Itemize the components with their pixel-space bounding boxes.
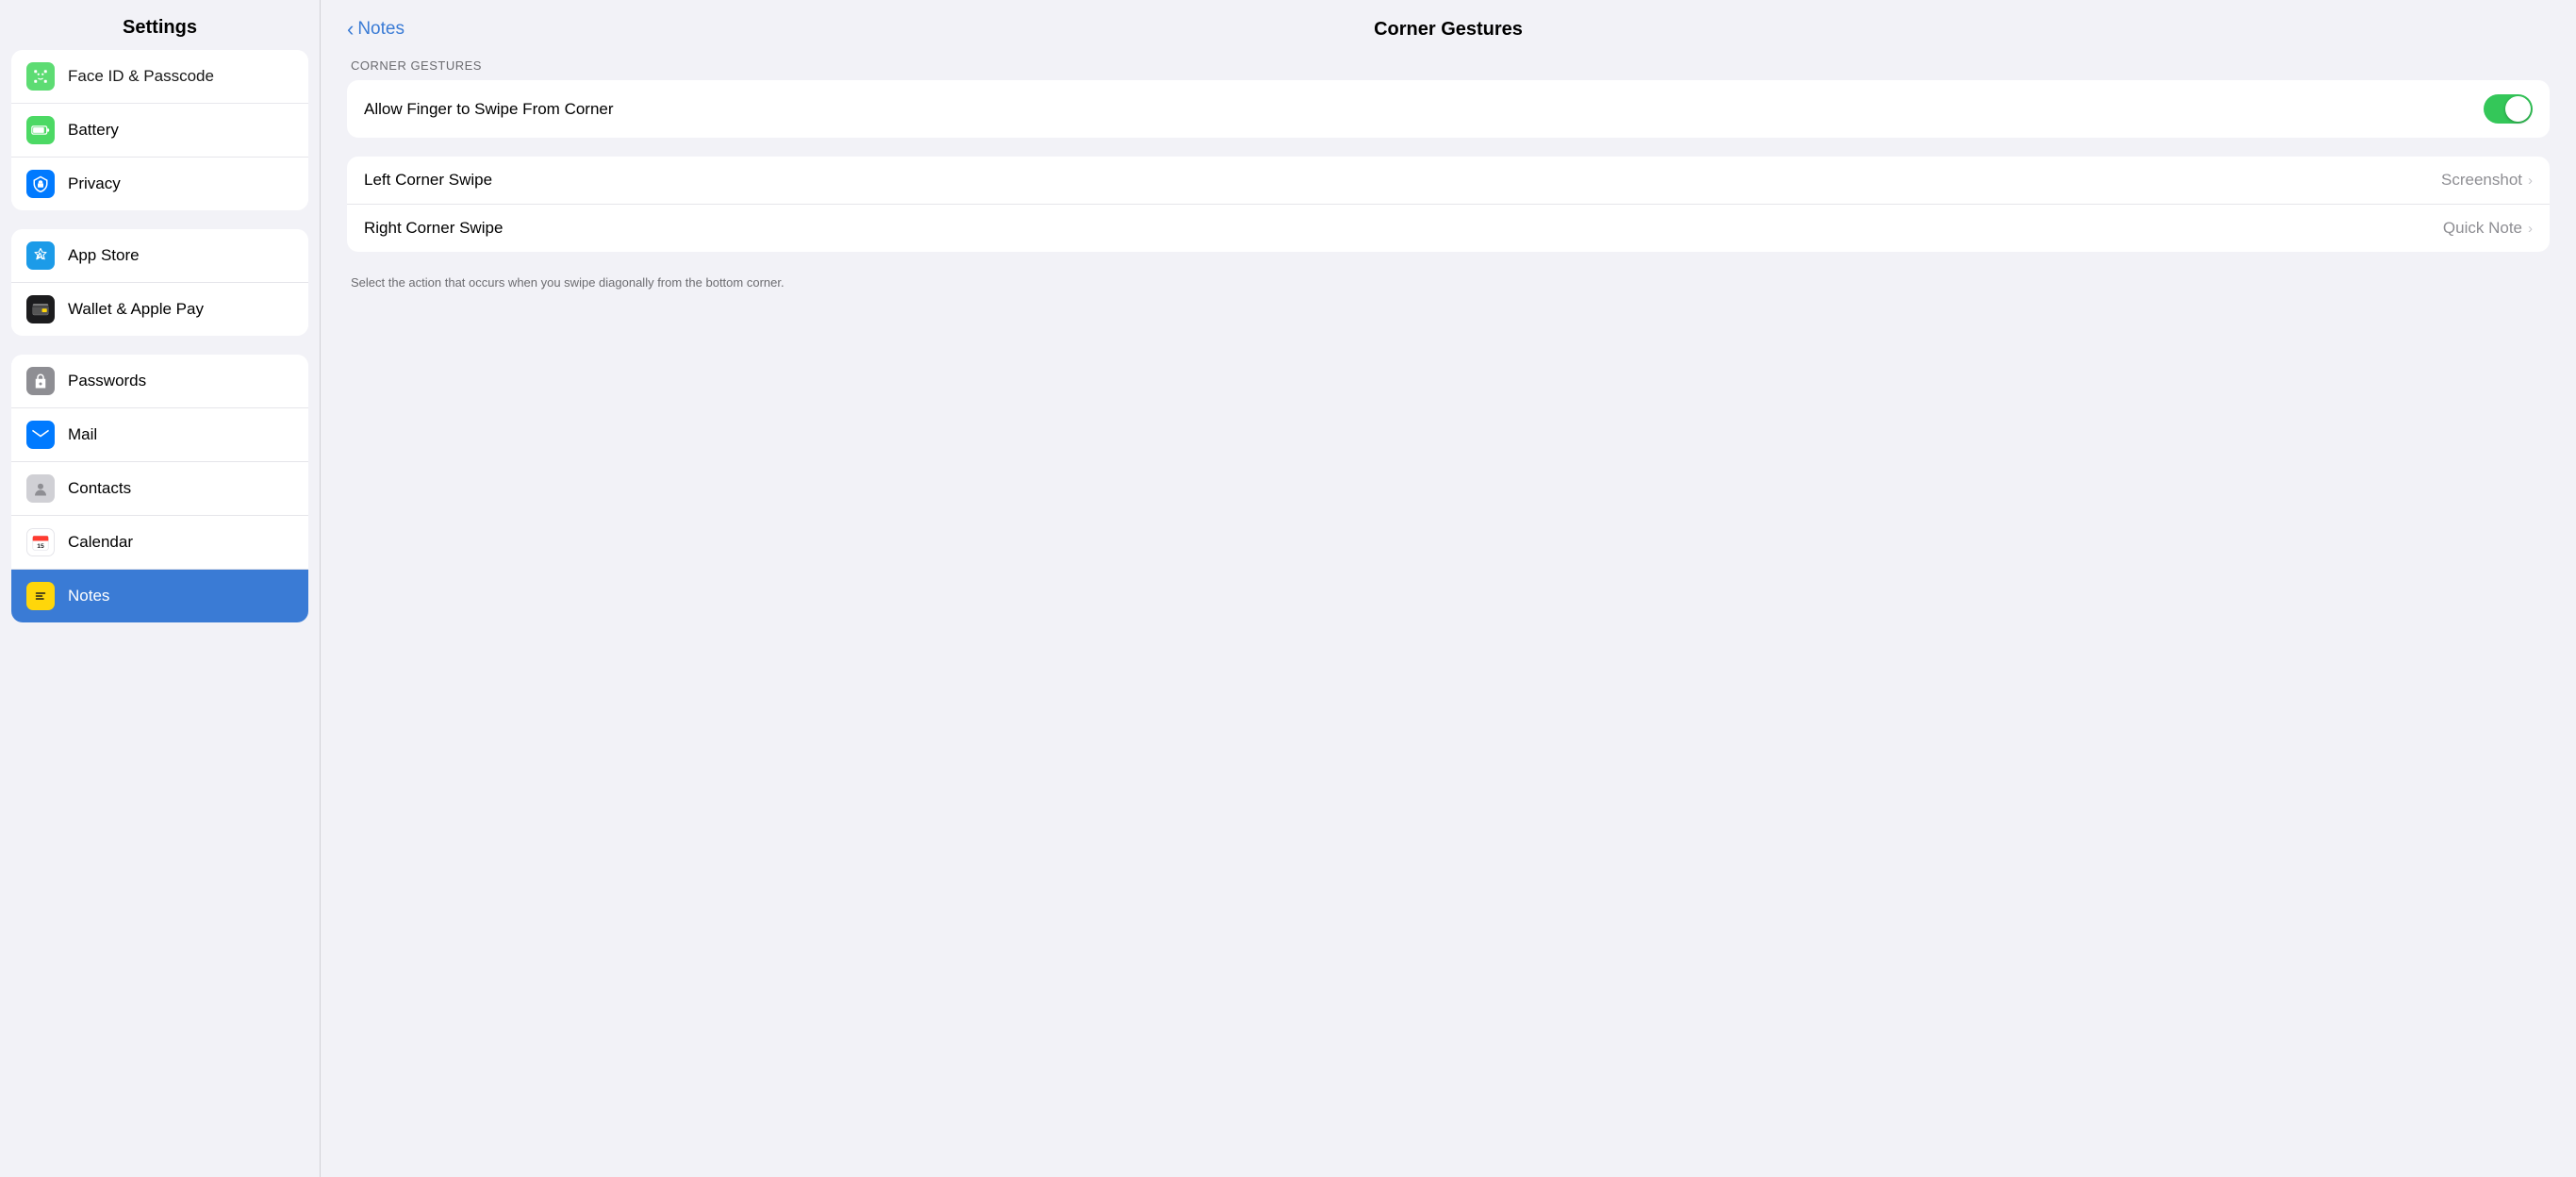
sidebar-group-apps2: Passwords Mail Contacts — [11, 355, 308, 622]
sidebar-item-label: Wallet & Apple Pay — [68, 300, 204, 319]
sidebar-item-mail[interactable]: Mail — [11, 408, 308, 462]
left-corner-swipe-row[interactable]: Left Corner Swipe Screenshot › — [347, 157, 2550, 205]
back-label: Notes — [357, 19, 405, 40]
sidebar-item-label: Mail — [68, 425, 97, 444]
sidebar-item-notes[interactable]: Notes — [11, 570, 308, 622]
left-corner-swipe-value-text: Screenshot — [2441, 171, 2522, 190]
battery-icon — [26, 116, 55, 144]
swipe-options-card: Left Corner Swipe Screenshot › Right Cor… — [347, 157, 2550, 252]
calendar-icon: 15 — [26, 528, 55, 556]
sidebar-item-wallet[interactable]: Wallet & Apple Pay — [11, 283, 308, 336]
toggle-thumb — [2505, 96, 2531, 122]
main-panel: ‹ Notes Corner Gestures CORNER GESTURES … — [321, 0, 2576, 1177]
face-id-icon — [26, 62, 55, 91]
sidebar: Settings Face ID & Passcode — [0, 0, 321, 1177]
notes-icon — [26, 582, 55, 610]
sidebar-item-label: Privacy — [68, 174, 121, 193]
privacy-icon — [26, 170, 55, 198]
main-content: CORNER GESTURES Allow Finger to Swipe Fr… — [321, 49, 2576, 318]
right-corner-swipe-value: Quick Note › — [2443, 219, 2533, 238]
svg-text:15: 15 — [37, 543, 44, 550]
svg-text:A: A — [37, 251, 44, 262]
section-label: CORNER GESTURES — [347, 58, 2550, 73]
sidebar-item-battery[interactable]: Battery — [11, 104, 308, 157]
wallet-icon — [26, 295, 55, 323]
sidebar-item-label: Face ID & Passcode — [68, 67, 214, 86]
contacts-icon — [26, 474, 55, 503]
sidebar-item-label: Contacts — [68, 479, 131, 498]
sidebar-item-label: Battery — [68, 121, 119, 140]
right-corner-swipe-value-text: Quick Note — [2443, 219, 2522, 238]
right-corner-swipe-row[interactable]: Right Corner Swipe Quick Note › — [347, 205, 2550, 252]
sidebar-item-app-store[interactable]: A App Store — [11, 229, 308, 283]
left-corner-swipe-label: Left Corner Swipe — [364, 171, 492, 190]
toggle-card: Allow Finger to Swipe From Corner — [347, 80, 2550, 138]
toggle-row[interactable]: Allow Finger to Swipe From Corner — [347, 80, 2550, 138]
sidebar-group-apps1: A App Store Wallet & Apple Pay — [11, 229, 308, 336]
app-store-icon: A — [26, 241, 55, 270]
back-button[interactable]: ‹ Notes — [347, 19, 405, 40]
sidebar-item-passwords[interactable]: Passwords — [11, 355, 308, 408]
sidebar-item-contacts[interactable]: Contacts — [11, 462, 308, 516]
toggle-row-label: Allow Finger to Swipe From Corner — [364, 100, 614, 119]
right-corner-swipe-label: Right Corner Swipe — [364, 219, 503, 238]
sidebar-item-label: App Store — [68, 246, 140, 265]
main-header: ‹ Notes Corner Gestures — [321, 0, 2576, 49]
back-chevron-icon: ‹ — [347, 19, 354, 40]
right-corner-chevron-icon: › — [2528, 221, 2533, 237]
sidebar-item-label: Passwords — [68, 372, 146, 390]
passwords-icon — [26, 367, 55, 395]
sidebar-item-label: Notes — [68, 587, 109, 605]
allow-swipe-toggle[interactable] — [2484, 94, 2533, 124]
left-corner-swipe-value: Screenshot › — [2441, 171, 2533, 190]
sidebar-item-label: Calendar — [68, 533, 133, 552]
sidebar-item-privacy[interactable]: Privacy — [11, 157, 308, 210]
mail-icon — [26, 421, 55, 449]
page-title: Corner Gestures — [1374, 19, 1523, 41]
sidebar-item-calendar[interactable]: 15 Calendar — [11, 516, 308, 570]
section-hint: Select the action that occurs when you s… — [347, 271, 2550, 291]
left-corner-chevron-icon: › — [2528, 173, 2533, 189]
sidebar-title: Settings — [0, 0, 320, 50]
sidebar-item-face-id[interactable]: Face ID & Passcode — [11, 50, 308, 104]
sidebar-group-top: Face ID & Passcode Battery Privacy — [11, 50, 308, 210]
